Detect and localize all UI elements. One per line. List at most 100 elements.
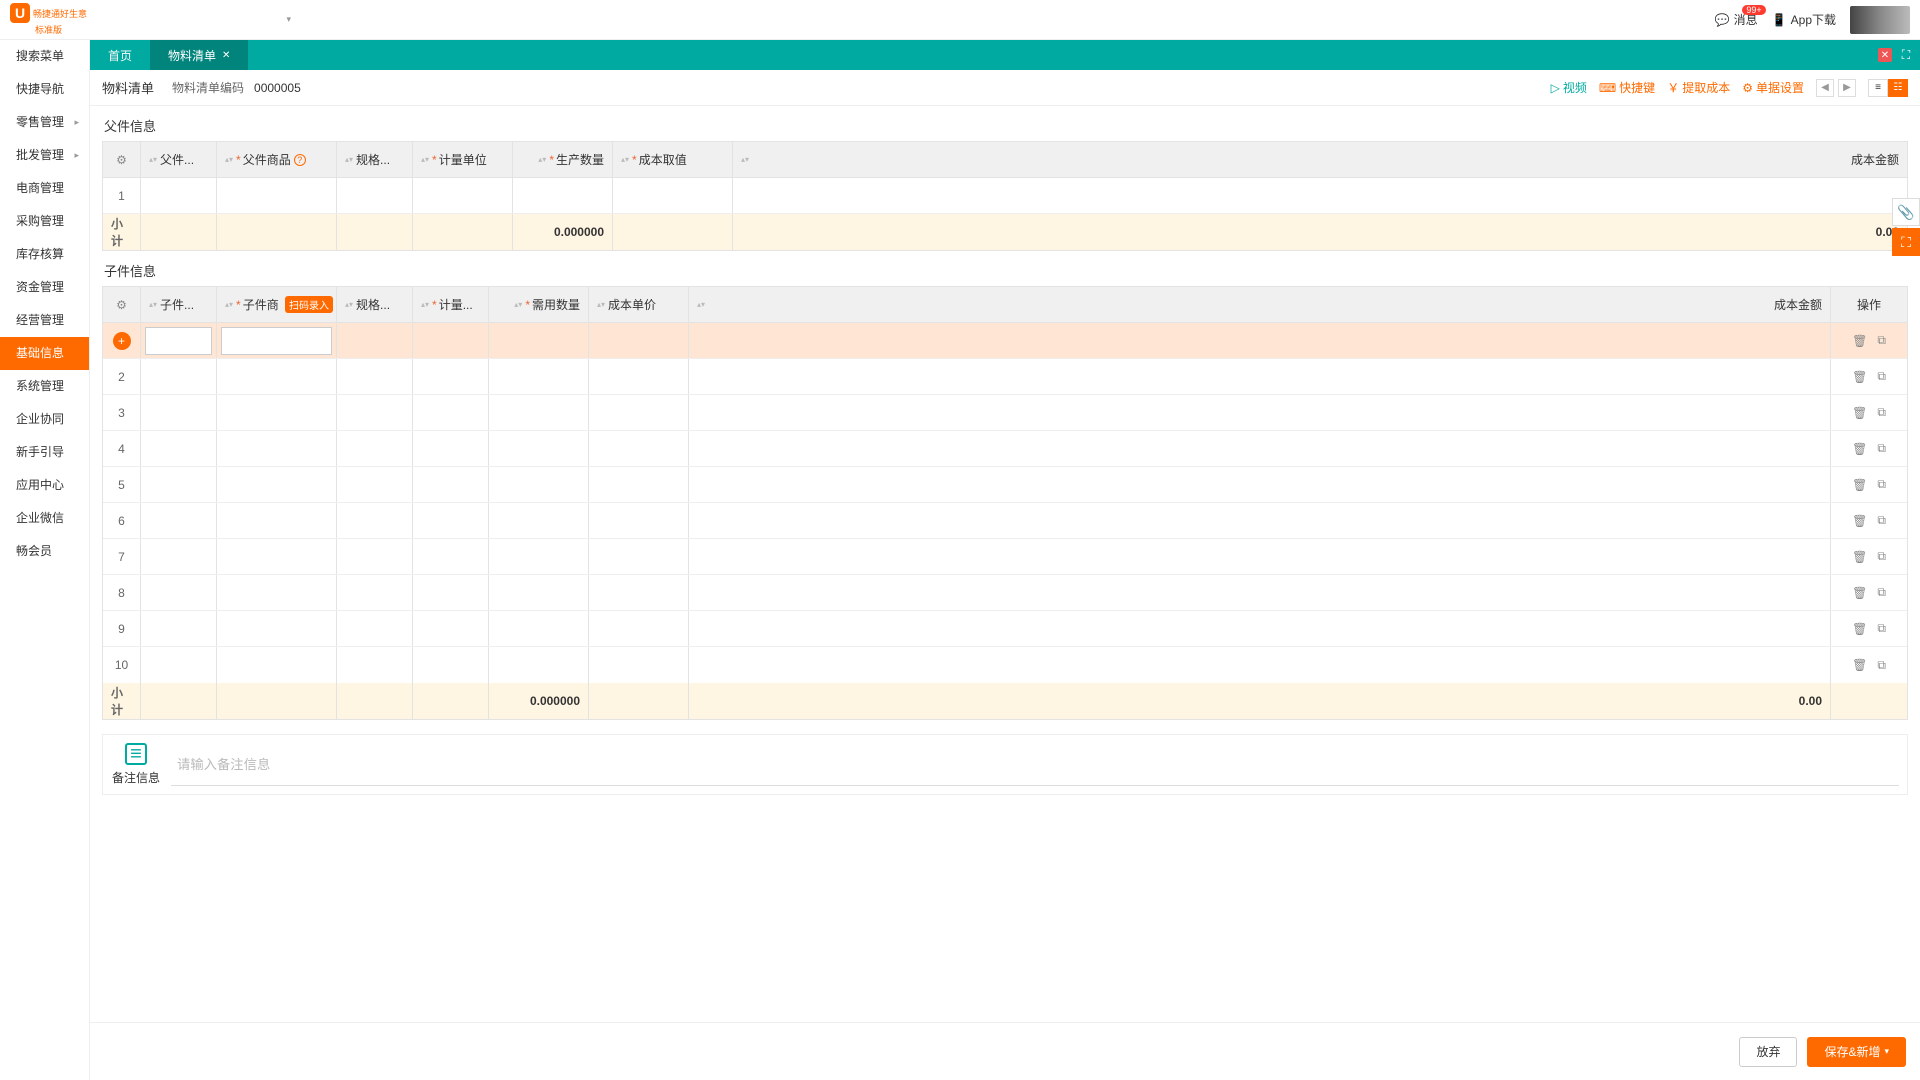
cell[interactable] (413, 323, 489, 358)
tab-home[interactable]: 首页 (90, 40, 150, 70)
cell[interactable] (689, 539, 1831, 574)
child-row-9[interactable]: 9🗑⧉ (103, 611, 1907, 647)
col-parent-costsrc[interactable]: ▴▾*成本取值 (613, 142, 733, 177)
prev-button[interactable]: ◀ (1816, 79, 1834, 97)
fullscreen-icon[interactable]: ⛶ (1898, 48, 1914, 63)
help-icon[interactable]: ? (294, 154, 306, 166)
cell[interactable] (337, 611, 413, 646)
cell[interactable] (337, 323, 413, 358)
child-row-8[interactable]: 8🗑⧉ (103, 575, 1907, 611)
copy-icon[interactable]: ⧉ (1877, 369, 1886, 384)
delete-icon[interactable]: 🗑 (1852, 622, 1867, 636)
cell[interactable] (217, 359, 337, 394)
cell[interactable] (589, 359, 689, 394)
shortcut-link[interactable]: ⌨快捷键 (1599, 79, 1655, 96)
close-icon[interactable]: ✕ (222, 50, 230, 61)
col-child-unitcost[interactable]: ▴▾成本单价 (589, 287, 689, 322)
cell[interactable] (413, 359, 489, 394)
video-link[interactable]: ▷视频 (1551, 79, 1587, 96)
cell[interactable] (141, 539, 217, 574)
messages-button[interactable]: 💬 消息 99+ (1715, 11, 1758, 28)
cell[interactable] (141, 647, 217, 683)
cell[interactable] (337, 395, 413, 430)
cell[interactable] (141, 359, 217, 394)
cell-input[interactable] (221, 327, 332, 355)
scan-badge[interactable]: 扫码录入 (285, 296, 333, 313)
col-parent-unit[interactable]: ▴▾*计量单位 (413, 142, 513, 177)
tab-bom[interactable]: 物料清单 ✕ (150, 40, 248, 70)
org-selector[interactable]: ▾ (101, 14, 301, 25)
cell[interactable] (489, 539, 589, 574)
copy-icon[interactable]: ⧉ (1877, 441, 1886, 456)
col-child-code[interactable]: ▴▾子件... (141, 287, 217, 322)
cell[interactable] (589, 467, 689, 502)
cell[interactable] (217, 539, 337, 574)
next-button[interactable]: ▶ (1838, 79, 1856, 97)
cell[interactable] (589, 539, 689, 574)
cell[interactable] (141, 323, 217, 358)
sidebar-item-1[interactable]: 快捷导航 (0, 73, 89, 106)
col-parent-product[interactable]: ▴▾*父件商品? (217, 142, 337, 177)
cell[interactable] (689, 323, 1831, 358)
col-parent-code[interactable]: ▴▾父件... (141, 142, 217, 177)
cell[interactable] (513, 178, 613, 213)
cell[interactable] (217, 431, 337, 466)
cell[interactable] (141, 178, 217, 213)
sidebar-item-0[interactable]: 搜索菜单 (0, 40, 89, 73)
sidebar-item-11[interactable]: 企业协同 (0, 403, 89, 436)
cell[interactable] (689, 611, 1831, 646)
cell[interactable] (413, 467, 489, 502)
cell[interactable] (413, 503, 489, 538)
cell[interactable] (141, 575, 217, 610)
sidebar-item-14[interactable]: 企业微信 (0, 502, 89, 535)
cell[interactable] (413, 647, 489, 683)
cell[interactable] (217, 395, 337, 430)
sidebar-item-4[interactable]: 电商管理 (0, 172, 89, 205)
sidebar-item-13[interactable]: 应用中心 (0, 469, 89, 502)
delete-icon[interactable]: 🗑 (1852, 586, 1867, 600)
copy-icon[interactable]: ⧉ (1877, 549, 1886, 564)
child-row-1[interactable]: +🗑⧉ (103, 323, 1907, 359)
cell[interactable] (217, 647, 337, 683)
cell[interactable] (489, 323, 589, 358)
cell[interactable] (589, 431, 689, 466)
cell[interactable] (489, 359, 589, 394)
cell[interactable] (141, 611, 217, 646)
cell[interactable] (413, 431, 489, 466)
delete-icon[interactable]: 🗑 (1852, 406, 1867, 420)
sidebar-item-2[interactable]: 零售管理▸ (0, 106, 89, 139)
copy-icon[interactable]: ⧉ (1877, 513, 1886, 528)
cell[interactable] (337, 575, 413, 610)
col-parent-qty[interactable]: ▴▾*生产数量 (513, 142, 613, 177)
cell[interactable] (217, 178, 337, 213)
discard-button[interactable]: 放弃 (1739, 1037, 1797, 1067)
child-row-7[interactable]: 7🗑⧉ (103, 539, 1907, 575)
sidebar-item-9[interactable]: 基础信息 (0, 337, 89, 370)
child-row-2[interactable]: 2🗑⧉ (103, 359, 1907, 395)
cell[interactable] (337, 503, 413, 538)
cell[interactable] (489, 431, 589, 466)
avatar[interactable] (1850, 6, 1910, 34)
cell[interactable] (689, 395, 1831, 430)
cell[interactable] (337, 178, 413, 213)
col-gear[interactable]: ⚙ (103, 142, 141, 177)
cell[interactable] (141, 467, 217, 502)
col-child-unit[interactable]: ▴▾*计量... (413, 287, 489, 322)
cell[interactable] (689, 503, 1831, 538)
cell[interactable] (613, 178, 733, 213)
tabs-close-button[interactable]: ✕ (1878, 48, 1892, 62)
cell[interactable] (489, 395, 589, 430)
cell-input[interactable] (145, 327, 212, 355)
cell[interactable] (217, 503, 337, 538)
sidebar-item-12[interactable]: 新手引导 (0, 436, 89, 469)
sidebar-item-15[interactable]: 畅会员 (0, 535, 89, 568)
copy-icon[interactable]: ⧉ (1877, 405, 1886, 420)
sidebar-item-6[interactable]: 库存核算 (0, 238, 89, 271)
col-child-qty[interactable]: ▴▾*需用数量 (489, 287, 589, 322)
sidebar-item-10[interactable]: 系统管理 (0, 370, 89, 403)
copy-icon[interactable]: ⧉ (1877, 477, 1886, 492)
appdownload-button[interactable]: 📱 App下载 (1772, 11, 1836, 28)
delete-icon[interactable]: 🗑 (1852, 442, 1867, 456)
cell[interactable] (413, 178, 513, 213)
parent-row-1[interactable]: 1 (103, 178, 1907, 214)
